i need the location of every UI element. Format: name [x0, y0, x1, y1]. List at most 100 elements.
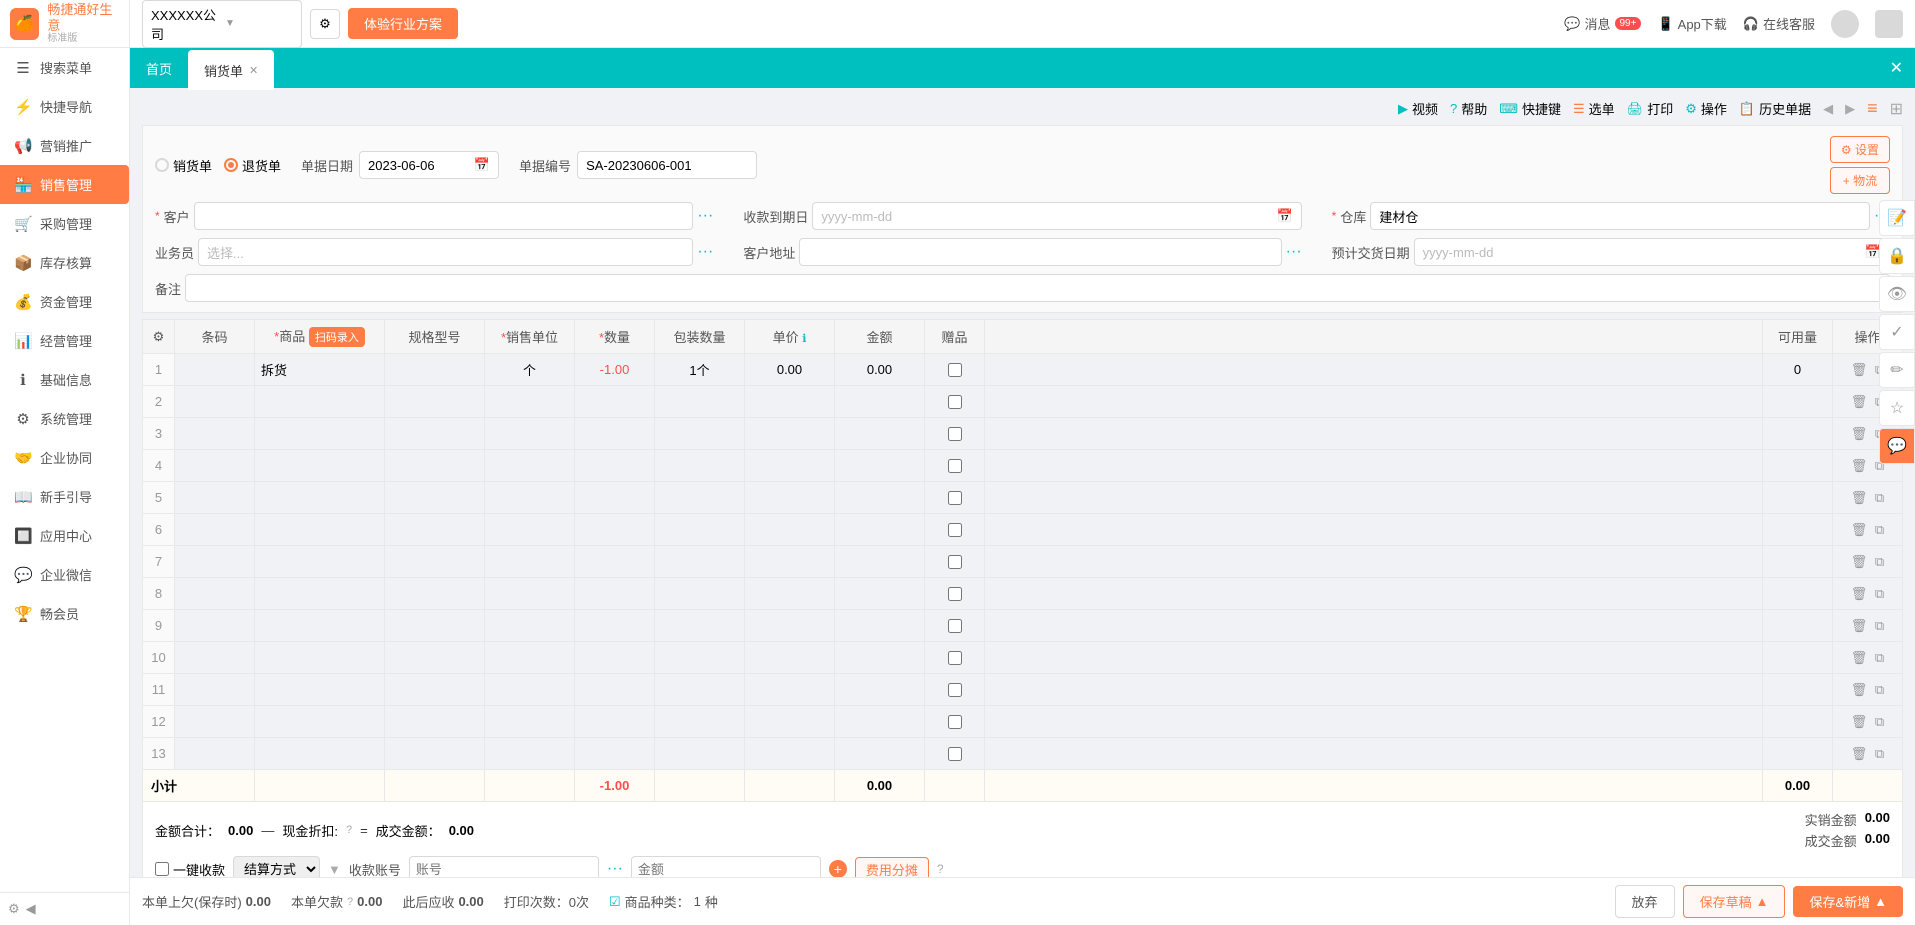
row-qty-8[interactable]: [575, 578, 655, 610]
nav-next-btn[interactable]: ▶: [1845, 101, 1855, 117]
row-price-13[interactable]: [745, 738, 835, 770]
sidebar-item-enterprise[interactable]: 🤝 企业协同: [0, 438, 129, 477]
row-delete-7[interactable]: 🗑: [1851, 554, 1868, 569]
row-gift-12[interactable]: [925, 706, 985, 738]
row-gift-8[interactable]: [925, 578, 985, 610]
sidebar-item-management[interactable]: 📊 经营管理: [0, 321, 129, 360]
row-gift-6[interactable]: [925, 514, 985, 546]
nav-prev-btn[interactable]: ◀: [1823, 101, 1833, 117]
print-toolbar-btn[interactable]: 🖨 打印: [1627, 99, 1674, 118]
row-delete-4[interactable]: 🗑: [1851, 458, 1868, 473]
row-product-2[interactable]: [255, 386, 385, 418]
user-avatar[interactable]: [1831, 10, 1859, 38]
row-qty-6[interactable]: [575, 514, 655, 546]
row-pkgqty-7[interactable]: [655, 546, 745, 578]
row-price-5[interactable]: [745, 482, 835, 514]
user-menu-icon[interactable]: [1875, 10, 1903, 38]
sidebar-item-guide[interactable]: 📖 新手引导: [0, 477, 129, 516]
row-remark-6[interactable]: [985, 514, 1763, 546]
radio-sale-order[interactable]: 销货单: [155, 156, 212, 175]
row-price-8[interactable]: [745, 578, 835, 610]
row-remark-8[interactable]: [985, 578, 1763, 610]
sidebar-gear-icon[interactable]: ⚙: [8, 901, 20, 917]
pay-checkbox[interactable]: [155, 862, 169, 876]
row-qty-12[interactable]: [575, 706, 655, 738]
sidebar-item-wechat[interactable]: 💬 企业微信: [0, 555, 129, 594]
row-price-9[interactable]: [745, 610, 835, 642]
row-qty-7[interactable]: [575, 546, 655, 578]
row-amount-9[interactable]: [835, 610, 925, 642]
row-amount-12[interactable]: [835, 706, 925, 738]
row-amount-11[interactable]: [835, 674, 925, 706]
gift-checkbox-4[interactable]: [948, 459, 962, 473]
row-copy-11[interactable]: ⧉: [1875, 682, 1884, 697]
row-product-11[interactable]: [255, 674, 385, 706]
row-spec-6[interactable]: [385, 514, 485, 546]
row-amount-13[interactable]: [835, 738, 925, 770]
row-product-6[interactable]: [255, 514, 385, 546]
row-gift-2[interactable]: [925, 386, 985, 418]
customer-ellipsis-btn[interactable]: ···: [697, 207, 713, 225]
sidebar-item-vip[interactable]: 🏆 畅会员: [0, 594, 129, 633]
row-remark-5[interactable]: [985, 482, 1763, 514]
row-spec-8[interactable]: [385, 578, 485, 610]
row-barcode-5[interactable]: [175, 482, 255, 514]
row-unit-8[interactable]: [485, 578, 575, 610]
logistics-button[interactable]: + 物流: [1830, 167, 1890, 194]
row-pkgqty-4[interactable]: [655, 450, 745, 482]
row-delete-1[interactable]: 🗑: [1851, 362, 1868, 377]
row-qty-2[interactable]: [575, 386, 655, 418]
row-price-7[interactable]: [745, 546, 835, 578]
row-remark-11[interactable]: [985, 674, 1763, 706]
row-remark-10[interactable]: [985, 642, 1763, 674]
row-spec-11[interactable]: [385, 674, 485, 706]
row-remark-4[interactable]: [985, 450, 1763, 482]
rt-note-btn[interactable]: 📝: [1879, 200, 1915, 236]
customer-addr-input[interactable]: [799, 238, 1281, 266]
gift-checkbox-10[interactable]: [948, 651, 962, 665]
row-gift-4[interactable]: [925, 450, 985, 482]
row-price-4[interactable]: [745, 450, 835, 482]
row-product-4[interactable]: [255, 450, 385, 482]
row-product-12[interactable]: [255, 706, 385, 738]
row-amount-8[interactable]: [835, 578, 925, 610]
row-delete-12[interactable]: 🗑: [1851, 714, 1868, 729]
row-pkgqty-2[interactable]: [655, 386, 745, 418]
row-unit-12[interactable]: [485, 706, 575, 738]
row-gift-10[interactable]: [925, 642, 985, 674]
row-product-1[interactable]: 拆货: [255, 354, 385, 386]
gift-checkbox-11[interactable]: [948, 683, 962, 697]
row-unit-7[interactable]: [485, 546, 575, 578]
row-pkgqty-9[interactable]: [655, 610, 745, 642]
row-remark-13[interactable]: [985, 738, 1763, 770]
row-copy-6[interactable]: ⧉: [1875, 522, 1884, 537]
row-pkgqty-13[interactable]: [655, 738, 745, 770]
row-gift-13[interactable]: [925, 738, 985, 770]
radio-return-order[interactable]: 退货单: [224, 156, 281, 175]
row-gift-11[interactable]: [925, 674, 985, 706]
company-selector[interactable]: XXXXXX公司 ▼: [142, 0, 302, 48]
row-product-10[interactable]: [255, 642, 385, 674]
row-qty-3[interactable]: [575, 418, 655, 450]
row-qty-1[interactable]: -1.00: [575, 354, 655, 386]
save-draft-button[interactable]: 保存草稿 ▲: [1683, 885, 1786, 918]
setup-button[interactable]: ⚙ 设置: [1830, 136, 1890, 163]
row-copy-8[interactable]: ⧉: [1875, 586, 1884, 601]
row-spec-13[interactable]: [385, 738, 485, 770]
row-copy-5[interactable]: ⧉: [1875, 490, 1884, 505]
row-price-10[interactable]: [745, 642, 835, 674]
gift-checkbox-7[interactable]: [948, 555, 962, 569]
sidebar-collapse-icon[interactable]: ◀: [26, 901, 36, 917]
row-price-3[interactable]: [745, 418, 835, 450]
row-unit-6[interactable]: [485, 514, 575, 546]
row-copy-10[interactable]: ⧉: [1875, 650, 1884, 665]
row-barcode-8[interactable]: [175, 578, 255, 610]
expected-date-picker[interactable]: yyyy-mm-dd 📅: [1414, 238, 1890, 266]
row-unit-1[interactable]: 个: [485, 354, 575, 386]
warehouse-input[interactable]: 建材仓: [1370, 202, 1870, 230]
row-qty-5[interactable]: [575, 482, 655, 514]
row-amount-1[interactable]: 0.00: [835, 354, 925, 386]
row-product-13[interactable]: [255, 738, 385, 770]
select-order-btn[interactable]: ☰ 选单: [1573, 99, 1615, 118]
row-product-7[interactable]: [255, 546, 385, 578]
